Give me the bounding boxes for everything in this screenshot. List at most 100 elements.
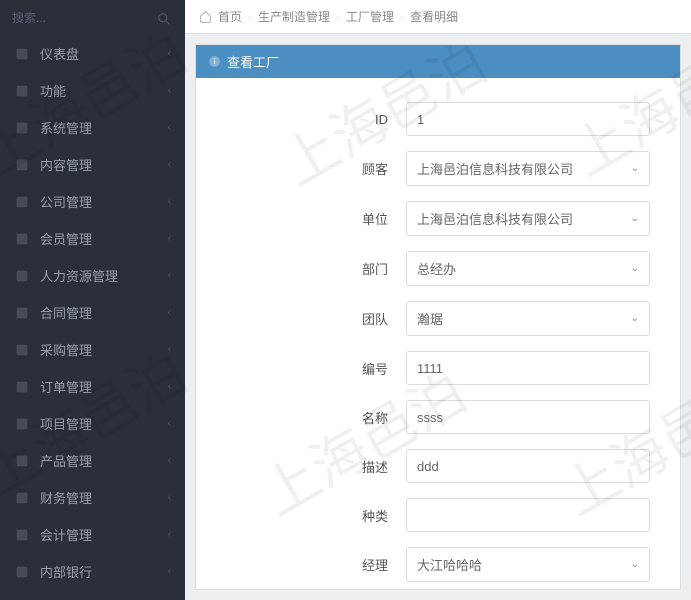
sidebar-item-8[interactable]: 采购管理 ‹ [0, 331, 185, 368]
chevron-left-icon: ‹ [168, 418, 171, 429]
main-content: 首页 · 生产制造管理 · 工厂管理 · 查看明细 查看工厂 ID1 顾客上海邑泊… [185, 0, 691, 600]
cog-icon [14, 120, 30, 136]
sidebar: 仪表盘 ‹ 功能 ‹ 系统管理 ‹ 内容管理 ‹ 公司管理 ‹ 会员管理 ‹ 人… [0, 0, 185, 600]
sidebar-item-label: 系统管理 [40, 118, 168, 137]
building-icon [14, 194, 30, 210]
sidebar-item-9[interactable]: 订单管理 ‹ [0, 368, 185, 405]
sidebar-item-label: 仪表盘 [40, 44, 168, 63]
breadcrumb-item[interactable]: 工厂管理 [346, 8, 394, 25]
sidebar-item-10[interactable]: 项目管理 ‹ [0, 405, 185, 442]
chevron-left-icon: ‹ [168, 529, 171, 540]
field-label: 团队 [226, 309, 406, 328]
form-row: 描述ddd [226, 449, 650, 483]
user-icon [14, 231, 30, 247]
field-value: 上海邑泊信息科技有限公司 [417, 209, 573, 228]
field-8-text[interactable] [406, 498, 650, 532]
sidebar-item-15[interactable]: 客户关系管理 ‹ [0, 590, 185, 600]
chevron-left-icon: ‹ [168, 381, 171, 392]
field-1-select[interactable]: 上海邑泊信息科技有限公司⌄ [406, 151, 650, 186]
panel-body: ID1顾客上海邑泊信息科技有限公司⌄单位上海邑泊信息科技有限公司⌄部门总经办⌄团… [196, 78, 680, 589]
form-row: 名称 ssss [226, 400, 650, 434]
users-icon [14, 268, 30, 284]
sidebar-nav: 仪表盘 ‹ 功能 ‹ 系统管理 ‹ 内容管理 ‹ 公司管理 ‹ 会员管理 ‹ 人… [0, 35, 185, 600]
field-4-select[interactable]: 瀚琚⌄ [406, 301, 650, 336]
breadcrumb-item[interactable]: 首页 [218, 8, 242, 25]
form-row: 经理大江哈哈哈⌄ [226, 547, 650, 582]
chevron-left-icon: ‹ [168, 307, 171, 318]
field-value: 大江哈哈哈 [417, 555, 482, 574]
sidebar-item-7[interactable]: 合同管理 ‹ [0, 294, 185, 331]
chevron-down-icon: ⌄ [631, 313, 639, 324]
dashboard-icon [14, 46, 30, 62]
chevron-left-icon: ‹ [168, 270, 171, 281]
breadcrumb: 首页 · 生产制造管理 · 工厂管理 · 查看明细 [185, 0, 691, 34]
form-row: 单位上海邑泊信息科技有限公司 ⌄ [226, 201, 650, 236]
calc-icon [14, 527, 30, 543]
panel-header: 查看工厂 [196, 45, 680, 78]
field-value: 1 [417, 112, 424, 127]
field-label: 名称 [226, 408, 406, 427]
sidebar-item-label: 人力资源管理 [40, 266, 168, 285]
field-label: 编号 [226, 359, 406, 378]
breadcrumb-sep: · [336, 10, 340, 24]
field-2-select[interactable]: 上海邑泊信息科技有限公司 ⌄ [406, 201, 650, 236]
chevron-left-icon: ‹ [168, 85, 171, 96]
sidebar-item-6[interactable]: 人力资源管理 ‹ [0, 257, 185, 294]
cart-icon [14, 342, 30, 358]
sidebar-item-13[interactable]: 会计管理 ‹ [0, 516, 185, 553]
search-box [0, 0, 185, 35]
sidebar-item-label: 项目管理 [40, 414, 168, 433]
form-row: 种类 [226, 498, 650, 532]
field-9-select[interactable]: 大江哈哈哈 ⌄ [406, 547, 650, 582]
field-0-text[interactable]: 1 [406, 102, 650, 136]
chevron-left-icon: ‹ [168, 196, 171, 207]
sidebar-item-0[interactable]: 仪表盘 ‹ [0, 35, 185, 72]
breadcrumb-item: 查看明细 [410, 8, 458, 25]
product-icon [14, 453, 30, 469]
panel: 查看工厂 ID1顾客上海邑泊信息科技有限公司⌄单位上海邑泊信息科技有限公司⌄部门… [195, 44, 681, 590]
finance-icon [14, 490, 30, 506]
field-3-select[interactable]: 总经办⌄ [406, 251, 650, 286]
sidebar-item-label: 会员管理 [40, 229, 168, 248]
breadcrumb-sep: · [400, 10, 404, 24]
sidebar-item-label: 采购管理 [40, 340, 168, 359]
order-icon [14, 379, 30, 395]
chevron-left-icon: ‹ [168, 122, 171, 133]
chevron-down-icon: ⌄ [631, 213, 639, 224]
info-icon [208, 55, 221, 68]
sidebar-item-14[interactable]: 内部银行 ‹ [0, 553, 185, 590]
sidebar-item-11[interactable]: 产品管理 ‹ [0, 442, 185, 479]
sidebar-item-12[interactable]: 财务管理 ‹ [0, 479, 185, 516]
sidebar-item-label: 订单管理 [40, 377, 168, 396]
sidebar-item-1[interactable]: 功能 ‹ [0, 72, 185, 109]
field-6-text[interactable]: ssss [406, 400, 650, 434]
field-7-text[interactable]: ddd [406, 449, 650, 483]
sidebar-item-label: 内部银行 [40, 562, 168, 581]
field-label: 部门 [226, 259, 406, 278]
form-row: 团队瀚琚⌄ [226, 301, 650, 336]
search-icon [157, 12, 171, 26]
form-row: 编号1111 [226, 351, 650, 385]
chevron-left-icon: ‹ [168, 233, 171, 244]
sidebar-item-label: 公司管理 [40, 192, 168, 211]
sidebar-item-2[interactable]: 系统管理 ‹ [0, 109, 185, 146]
sidebar-item-5[interactable]: 会员管理 ‹ [0, 220, 185, 257]
field-label: 顾客 [226, 159, 406, 178]
search-input[interactable] [12, 11, 173, 25]
form-row: 部门总经办⌄ [226, 251, 650, 286]
sidebar-item-4[interactable]: 公司管理 ‹ [0, 183, 185, 220]
breadcrumb-item[interactable]: 生产制造管理 [258, 8, 330, 25]
sidebar-item-label: 财务管理 [40, 488, 168, 507]
chevron-left-icon: ‹ [168, 159, 171, 170]
form-row: ID1 [226, 102, 650, 136]
breadcrumb-sep: · [248, 10, 252, 24]
sidebar-item-3[interactable]: 内容管理 ‹ [0, 146, 185, 183]
field-value: 总经办 [417, 259, 456, 278]
field-value: ssss [417, 410, 443, 425]
chevron-down-icon: ⌄ [631, 559, 639, 570]
sidebar-item-label: 合同管理 [40, 303, 168, 322]
field-5-text[interactable]: 1111 [406, 351, 650, 385]
bank-icon [14, 564, 30, 580]
field-label: 描述 [226, 457, 406, 476]
field-label: 单位 [226, 209, 406, 228]
